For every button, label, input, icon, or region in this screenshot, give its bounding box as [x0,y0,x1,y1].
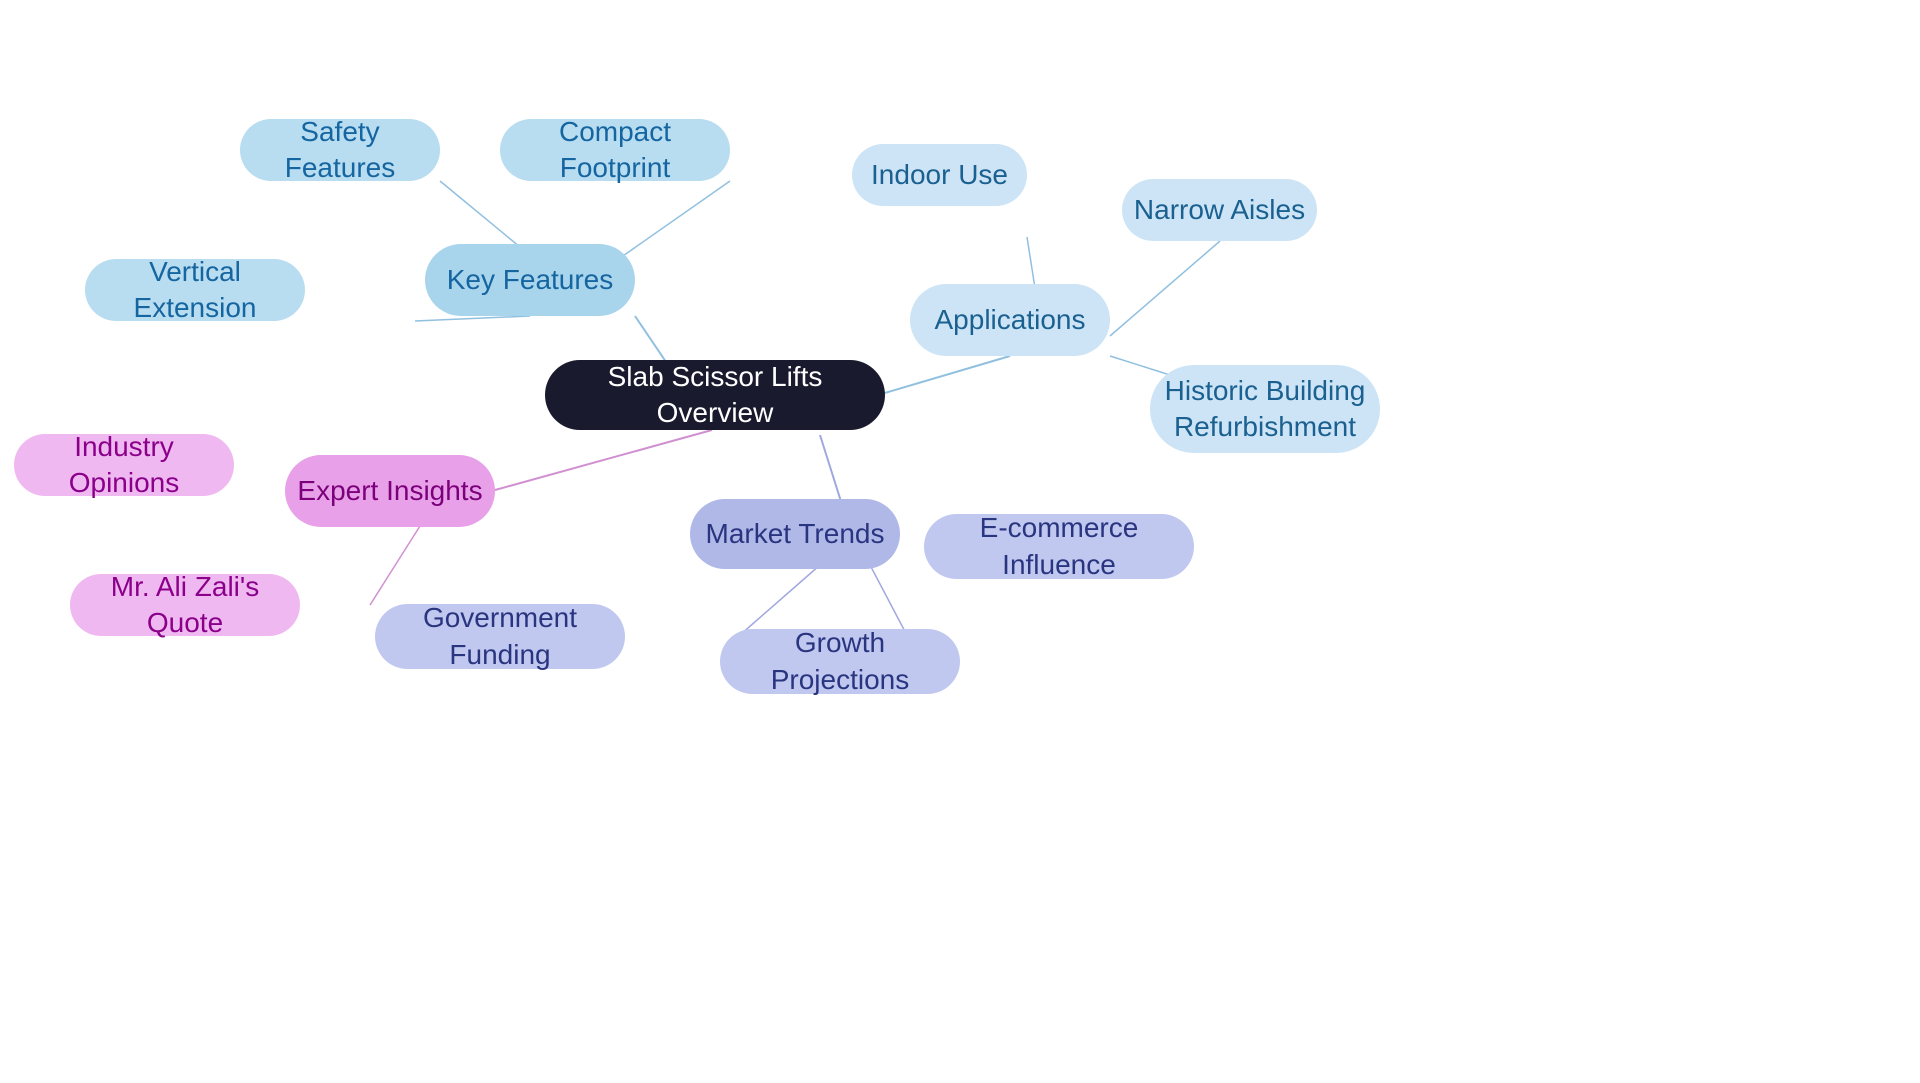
historic-building-node[interactable]: Historic Building Refurbishment [1150,365,1380,453]
industry-opinions-node[interactable]: Industry Opinions [14,434,234,496]
key-features-node[interactable]: Key Features [425,244,635,316]
indoor-use-node[interactable]: Indoor Use [852,144,1027,206]
vertical-extension-node[interactable]: Vertical Extension [85,259,305,321]
expert-insights-label: Expert Insights [289,473,490,509]
ecommerce-influence-node[interactable]: E-commerce Influence [924,514,1194,579]
ali-zali-quote-node[interactable]: Mr. Ali Zali's Quote [70,574,300,636]
indoor-use-label: Indoor Use [863,157,1016,193]
government-funding-node[interactable]: Government Funding [375,604,625,669]
safety-features-node[interactable]: Safety Features [240,119,440,181]
center-node[interactable]: Slab Scissor Lifts Overview [545,360,885,430]
narrow-aisles-node[interactable]: Narrow Aisles [1122,179,1317,241]
narrow-aisles-label: Narrow Aisles [1126,192,1313,228]
ali-zali-quote-label: Mr. Ali Zali's Quote [70,569,300,642]
growth-projections-label: Growth Projections [720,625,960,698]
vertical-extension-label: Vertical Extension [85,254,305,327]
compact-footprint-label: Compact Footprint [500,114,730,187]
applications-node[interactable]: Applications [910,284,1110,356]
safety-features-label: Safety Features [240,114,440,187]
market-trends-node[interactable]: Market Trends [690,499,900,569]
compact-footprint-node[interactable]: Compact Footprint [500,119,730,181]
growth-projections-node[interactable]: Growth Projections [720,629,960,694]
historic-building-label: Historic Building Refurbishment [1157,373,1374,446]
ecommerce-influence-label: E-commerce Influence [924,510,1194,583]
industry-opinions-label: Industry Opinions [14,429,234,502]
key-features-label: Key Features [439,262,622,298]
government-funding-label: Government Funding [375,600,625,673]
center-label: Slab Scissor Lifts Overview [545,359,885,432]
expert-insights-node[interactable]: Expert Insights [285,455,495,527]
market-trends-label: Market Trends [698,516,893,552]
applications-label: Applications [927,302,1094,338]
